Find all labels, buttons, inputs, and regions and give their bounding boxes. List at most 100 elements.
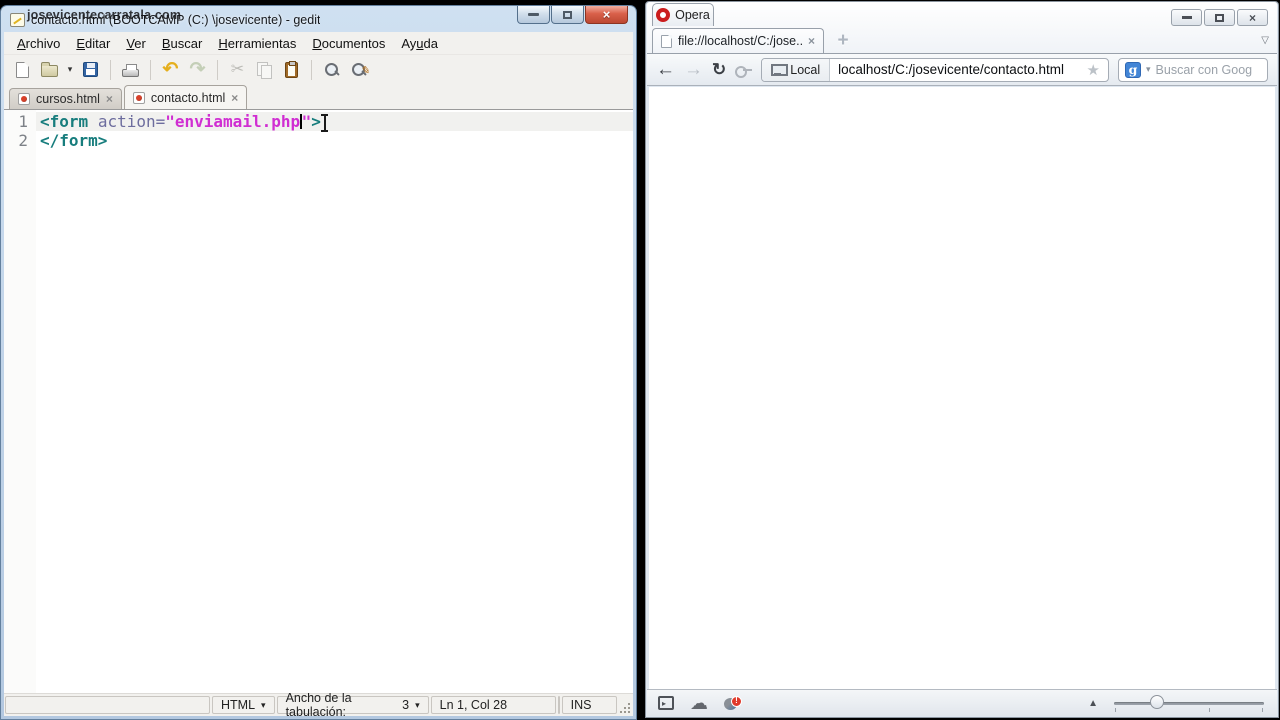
gedit-window-controls: × xyxy=(516,6,628,24)
menu-ayuda[interactable]: Ayuda xyxy=(393,34,446,53)
save-button[interactable] xyxy=(78,58,103,82)
panels-toggle-button[interactable]: ▸ xyxy=(658,696,674,710)
resize-grip[interactable] xyxy=(620,696,631,714)
line-number: 2 xyxy=(18,131,28,150)
opera-window-controls: × xyxy=(1171,9,1268,26)
back-button[interactable]: ← xyxy=(656,60,675,79)
address-bar[interactable]: Local localhost/C:/josevicente/contacto.… xyxy=(761,57,1109,82)
zoom-slider[interactable] xyxy=(1114,694,1264,712)
opera-toolbar: ← → ↻ Local localhost/C:/josevicente/con… xyxy=(647,54,1277,86)
watermark-text: josevicentecarratala.com xyxy=(27,8,182,22)
opera-tabbar: file://localhost/C:/jose... × + ▽ xyxy=(647,27,1277,54)
tab-close-icon[interactable]: × xyxy=(231,92,238,104)
tab-label: cursos.html xyxy=(36,92,100,106)
open-dropdown-button[interactable]: ▾ xyxy=(64,64,76,75)
menu-documentos[interactable]: Documentos xyxy=(304,34,393,53)
paste-icon xyxy=(285,60,298,78)
undo-button[interactable]: ↶ xyxy=(158,58,183,82)
menu-archivo[interactable]: Archivo xyxy=(9,34,68,53)
print-button[interactable] xyxy=(118,58,143,82)
opera-menu-label: Opera xyxy=(675,8,710,22)
code-area[interactable]: <form action="enviamail.php"> </form> xyxy=(36,110,633,693)
tab-cursos[interactable]: cursos.html × xyxy=(9,88,122,109)
insert-mode-indicator[interactable]: INS xyxy=(561,696,617,714)
cut-button[interactable]: ✂ xyxy=(225,58,250,82)
password-wand-icon[interactable] xyxy=(735,65,753,78)
opera-turbo-button[interactable]: ! xyxy=(724,695,742,711)
browser-viewport[interactable] xyxy=(649,87,1275,689)
close-button[interactable]: × xyxy=(1237,9,1268,26)
search-placeholder: Buscar con Goog xyxy=(1155,62,1253,77)
minimize-icon xyxy=(528,13,539,16)
url-text[interactable]: localhost/C:/josevicente/contacto.html xyxy=(830,62,1086,77)
line-number: 1 xyxy=(18,112,28,131)
language-selector[interactable]: HTML ▾ xyxy=(212,696,275,714)
code-editor[interactable]: 1 2 <form action="enviamail.php"> </form… xyxy=(4,109,633,693)
menu-ver[interactable]: Ver xyxy=(118,34,154,53)
google-icon: g xyxy=(1125,61,1141,78)
monitor-icon xyxy=(771,64,789,76)
toolbar-separator xyxy=(311,59,312,80)
new-tab-button[interactable]: + xyxy=(833,31,853,51)
panel-arrow-icon: ▸ xyxy=(662,698,667,708)
menu-editar[interactable]: Editar xyxy=(68,34,118,53)
statusbar-spacer xyxy=(557,696,560,714)
copy-button[interactable] xyxy=(252,58,277,82)
bookmark-star-icon[interactable]: ★ xyxy=(1087,61,1108,79)
code-line-2: </form> xyxy=(40,131,108,150)
toolbar-separator xyxy=(217,59,218,80)
statusbar-message-area xyxy=(5,696,210,714)
tab-contacto[interactable]: contacto.html × xyxy=(123,85,248,109)
copy-icon xyxy=(257,61,272,79)
gedit-menubar: Archivo Editar Ver Buscar Herramientas D… xyxy=(4,32,633,54)
reload-button[interactable]: ↻ xyxy=(712,61,726,78)
gedit-tabbar: cursos.html × contacto.html × xyxy=(4,84,633,109)
maximize-button[interactable] xyxy=(1204,9,1235,26)
open-folder-icon xyxy=(41,62,58,77)
open-button[interactable] xyxy=(37,58,62,82)
opera-menu-button[interactable]: Opera xyxy=(652,3,714,26)
menu-buscar[interactable]: Buscar xyxy=(154,34,210,53)
search-button[interactable] xyxy=(319,58,344,82)
gedit-toolbar: ▾ ↶ ↷ ✂ ✎ xyxy=(4,54,633,84)
gedit-titlebar[interactable]: contacto.html (BOOTCAMP (C:) \josevicent… xyxy=(1,6,636,30)
local-badge-button[interactable]: Local xyxy=(762,58,831,81)
chevron-down-icon: ▾ xyxy=(415,699,420,710)
redo-icon: ↷ xyxy=(189,59,206,80)
browser-tab[interactable]: file://localhost/C:/jose... × xyxy=(652,28,824,53)
cut-icon: ✂ xyxy=(230,60,245,78)
tab-close-icon[interactable]: × xyxy=(106,93,113,105)
gedit-window: contacto.html (BOOTCAMP (C:) \josevicent… xyxy=(0,5,637,720)
search-engine-dropdown-icon[interactable]: ▾ xyxy=(1146,64,1151,75)
tab-width-selector[interactable]: Ancho de la tabulación: 3 ▾ xyxy=(276,691,429,719)
maximize-button[interactable] xyxy=(551,6,584,24)
replace-button[interactable]: ✎ xyxy=(346,58,371,82)
tab-close-icon[interactable]: × xyxy=(808,34,815,48)
tab-label: contacto.html xyxy=(150,90,226,105)
zoom-slider-track[interactable] xyxy=(1114,702,1264,705)
opera-link-cloud-icon[interactable]: ☁ xyxy=(690,694,708,712)
search-field[interactable]: g ▾ Buscar con Goog xyxy=(1118,57,1268,82)
minimize-button[interactable] xyxy=(517,6,550,24)
tab-overflow-icon[interactable]: ▽ xyxy=(1261,35,1269,46)
fit-to-width-button[interactable]: ▲ xyxy=(1088,698,1098,709)
save-icon xyxy=(83,62,98,77)
redo-button[interactable]: ↷ xyxy=(185,58,210,82)
zoom-slider-handle[interactable] xyxy=(1150,695,1164,709)
paste-button[interactable] xyxy=(279,58,304,82)
cursor-position: Ln 1, Col 28 xyxy=(430,696,556,714)
close-button[interactable]: × xyxy=(585,6,628,24)
new-document-button[interactable] xyxy=(10,58,35,82)
minimize-button[interactable] xyxy=(1171,9,1202,26)
line-number-gutter: 1 2 xyxy=(4,110,36,693)
page-favicon xyxy=(661,34,672,48)
search-icon xyxy=(324,62,340,78)
maximize-icon xyxy=(563,10,572,19)
toolbar-separator xyxy=(150,59,151,80)
gedit-statusbar: HTML ▾ Ancho de la tabulación: 3 ▾ Ln 1,… xyxy=(4,691,633,719)
menu-herramientas[interactable]: Herramientas xyxy=(210,34,304,53)
maximize-icon xyxy=(1215,13,1224,22)
forward-button[interactable]: → xyxy=(684,60,703,79)
toolbar-separator xyxy=(110,59,111,80)
code-line-1: <form action="enviamail.php"> xyxy=(36,112,633,131)
